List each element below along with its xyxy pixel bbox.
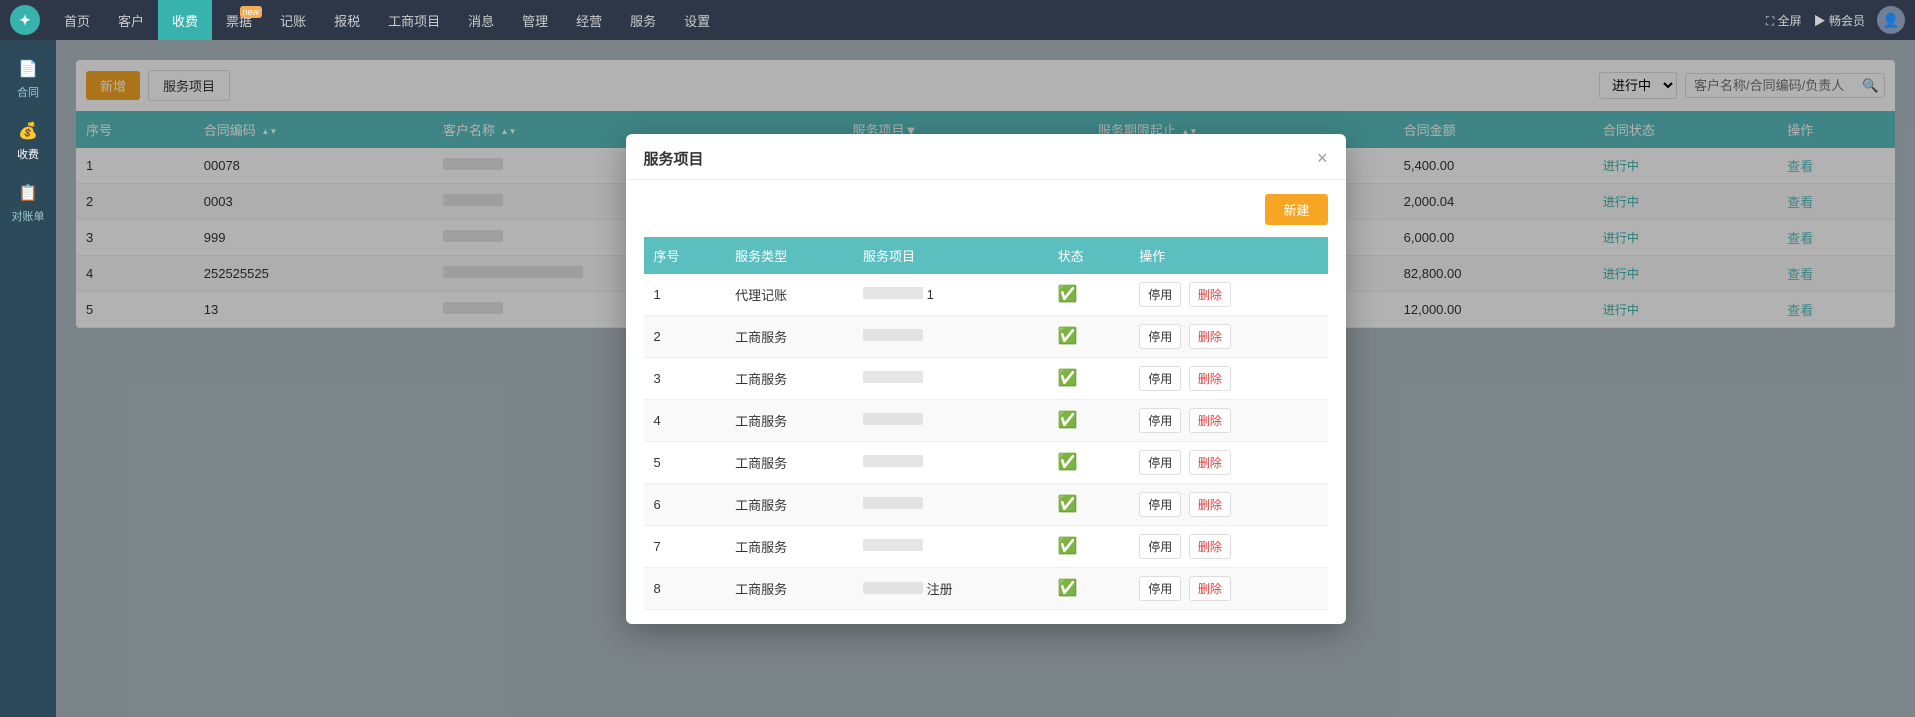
stop-button-3[interactable]: 停用	[1139, 366, 1181, 391]
delete-button-2[interactable]: 删除	[1189, 324, 1231, 349]
list-item: 8 工商服务 注册 ✅ 停用 删除	[644, 567, 1328, 609]
sidebar-item-statement-label: 对账单	[12, 208, 45, 224]
stop-button-1[interactable]: 停用	[1139, 282, 1181, 307]
stop-button-7[interactable]: 停用	[1139, 534, 1181, 559]
nav-operation[interactable]: 经营	[562, 0, 616, 40]
list-item: 2 工商服务 ✅ 停用 删除	[644, 315, 1328, 357]
sidebar-item-contract-label: 合同	[17, 84, 39, 100]
status-check-1: ✅	[1058, 286, 1078, 303]
nav-customer[interactable]: 客户	[104, 0, 158, 40]
nav-bookkeeping[interactable]: 记账	[266, 0, 320, 40]
service-items-dialog: 服务项目 × 新建 序号 服务类型 服务项目 状态	[626, 134, 1346, 624]
new-service-button[interactable]: 新建	[1265, 194, 1327, 225]
list-item: 1 代理记账 1 ✅ 停用 删除	[644, 274, 1328, 316]
stop-button-8[interactable]: 停用	[1139, 576, 1181, 601]
status-check-2: ✅	[1058, 328, 1078, 345]
member-button[interactable]: ▶ 畅会员	[1814, 12, 1865, 29]
nav-message[interactable]: 消息	[454, 0, 508, 40]
contract-icon: 📄	[17, 58, 39, 80]
nav-business[interactable]: 工商项目	[374, 0, 454, 40]
delete-button-8[interactable]: 删除	[1189, 576, 1231, 601]
avatar[interactable]: 👤	[1877, 6, 1905, 34]
nav-billing[interactable]: 收费	[158, 0, 212, 40]
nav-service[interactable]: 服务	[616, 0, 670, 40]
status-check-4: ✅	[1058, 412, 1078, 429]
stop-button-4[interactable]: 停用	[1139, 408, 1181, 433]
delete-button-7[interactable]: 删除	[1189, 534, 1231, 559]
nav-tax[interactable]: 报税	[320, 0, 374, 40]
delete-button-3[interactable]: 删除	[1189, 366, 1231, 391]
new-badge: new	[240, 6, 263, 18]
modal-overlay: 服务项目 × 新建 序号 服务类型 服务项目 状态	[56, 40, 1915, 717]
sidebar-item-statement[interactable]: 📋 对账单	[0, 174, 56, 232]
statement-icon: 📋	[17, 182, 39, 204]
nav-home[interactable]: 首页	[50, 0, 104, 40]
sidebar-item-billing[interactable]: 💰 收费	[0, 112, 56, 170]
sidebar: 📄 合同 💰 收费 📋 对账单	[0, 40, 56, 717]
content-area: 新增 服务项目 进行中 已完成 全部 🔍	[56, 40, 1915, 717]
nav-invoice[interactable]: 票据 new	[212, 0, 266, 40]
stop-button-2[interactable]: 停用	[1139, 324, 1181, 349]
dialog-title: 服务项目	[644, 148, 704, 169]
dialog-toolbar: 新建	[644, 194, 1328, 225]
inner-col-seq: 序号	[644, 237, 726, 274]
list-item: 3 工商服务 ✅ 停用 删除	[644, 357, 1328, 399]
service-items-table: 序号 服务类型 服务项目 状态 操作 1 代理记账 1	[644, 237, 1328, 610]
list-item: 7 工商服务 ✅ 停用 删除	[644, 525, 1328, 567]
fullscreen-button[interactable]: ⛶ 全屏	[1766, 12, 1802, 29]
top-nav: ✦ 首页 客户 收费 票据 new 记账 报税 工商项目 消息 管理 经营 服务…	[0, 0, 1915, 40]
status-check-6: ✅	[1058, 496, 1078, 513]
delete-button-1[interactable]: 删除	[1189, 282, 1231, 307]
status-check-5: ✅	[1058, 454, 1078, 471]
inner-col-status: 状态	[1048, 237, 1130, 274]
app-logo: ✦	[10, 5, 40, 35]
billing-icon: 💰	[17, 120, 39, 142]
sidebar-item-billing-label: 收费	[17, 146, 39, 162]
status-check-8: ✅	[1058, 580, 1078, 597]
delete-button-5[interactable]: 删除	[1189, 450, 1231, 475]
nav-manage[interactable]: 管理	[508, 0, 562, 40]
status-check-7: ✅	[1058, 538, 1078, 555]
stop-button-5[interactable]: 停用	[1139, 450, 1181, 475]
inner-col-action: 操作	[1129, 237, 1327, 274]
delete-button-6[interactable]: 删除	[1189, 492, 1231, 517]
inner-col-type: 服务类型	[725, 237, 853, 274]
status-check-3: ✅	[1058, 370, 1078, 387]
dialog-header: 服务项目 ×	[626, 134, 1346, 180]
dialog-body: 新建 序号 服务类型 服务项目 状态 操作	[626, 180, 1346, 624]
main-layout: 📄 合同 💰 收费 📋 对账单 新增 服务项目 进行中 已完成 全部	[0, 40, 1915, 717]
sidebar-item-contract[interactable]: 📄 合同	[0, 50, 56, 108]
list-item: 6 工商服务 ✅ 停用 删除	[644, 483, 1328, 525]
stop-button-6[interactable]: 停用	[1139, 492, 1181, 517]
top-nav-right: ⛶ 全屏 ▶ 畅会员 👤	[1766, 6, 1905, 34]
list-item: 4 工商服务 ✅ 停用 删除	[644, 399, 1328, 441]
main-nav: 首页 客户 收费 票据 new 记账 报税 工商项目 消息 管理 经营 服务 设…	[50, 0, 724, 40]
nav-settings[interactable]: 设置	[670, 0, 724, 40]
list-item: 5 工商服务 ✅ 停用 删除	[644, 441, 1328, 483]
inner-col-item: 服务项目	[853, 237, 1048, 274]
delete-button-4[interactable]: 删除	[1189, 408, 1231, 433]
dialog-close-button[interactable]: ×	[1317, 149, 1328, 167]
